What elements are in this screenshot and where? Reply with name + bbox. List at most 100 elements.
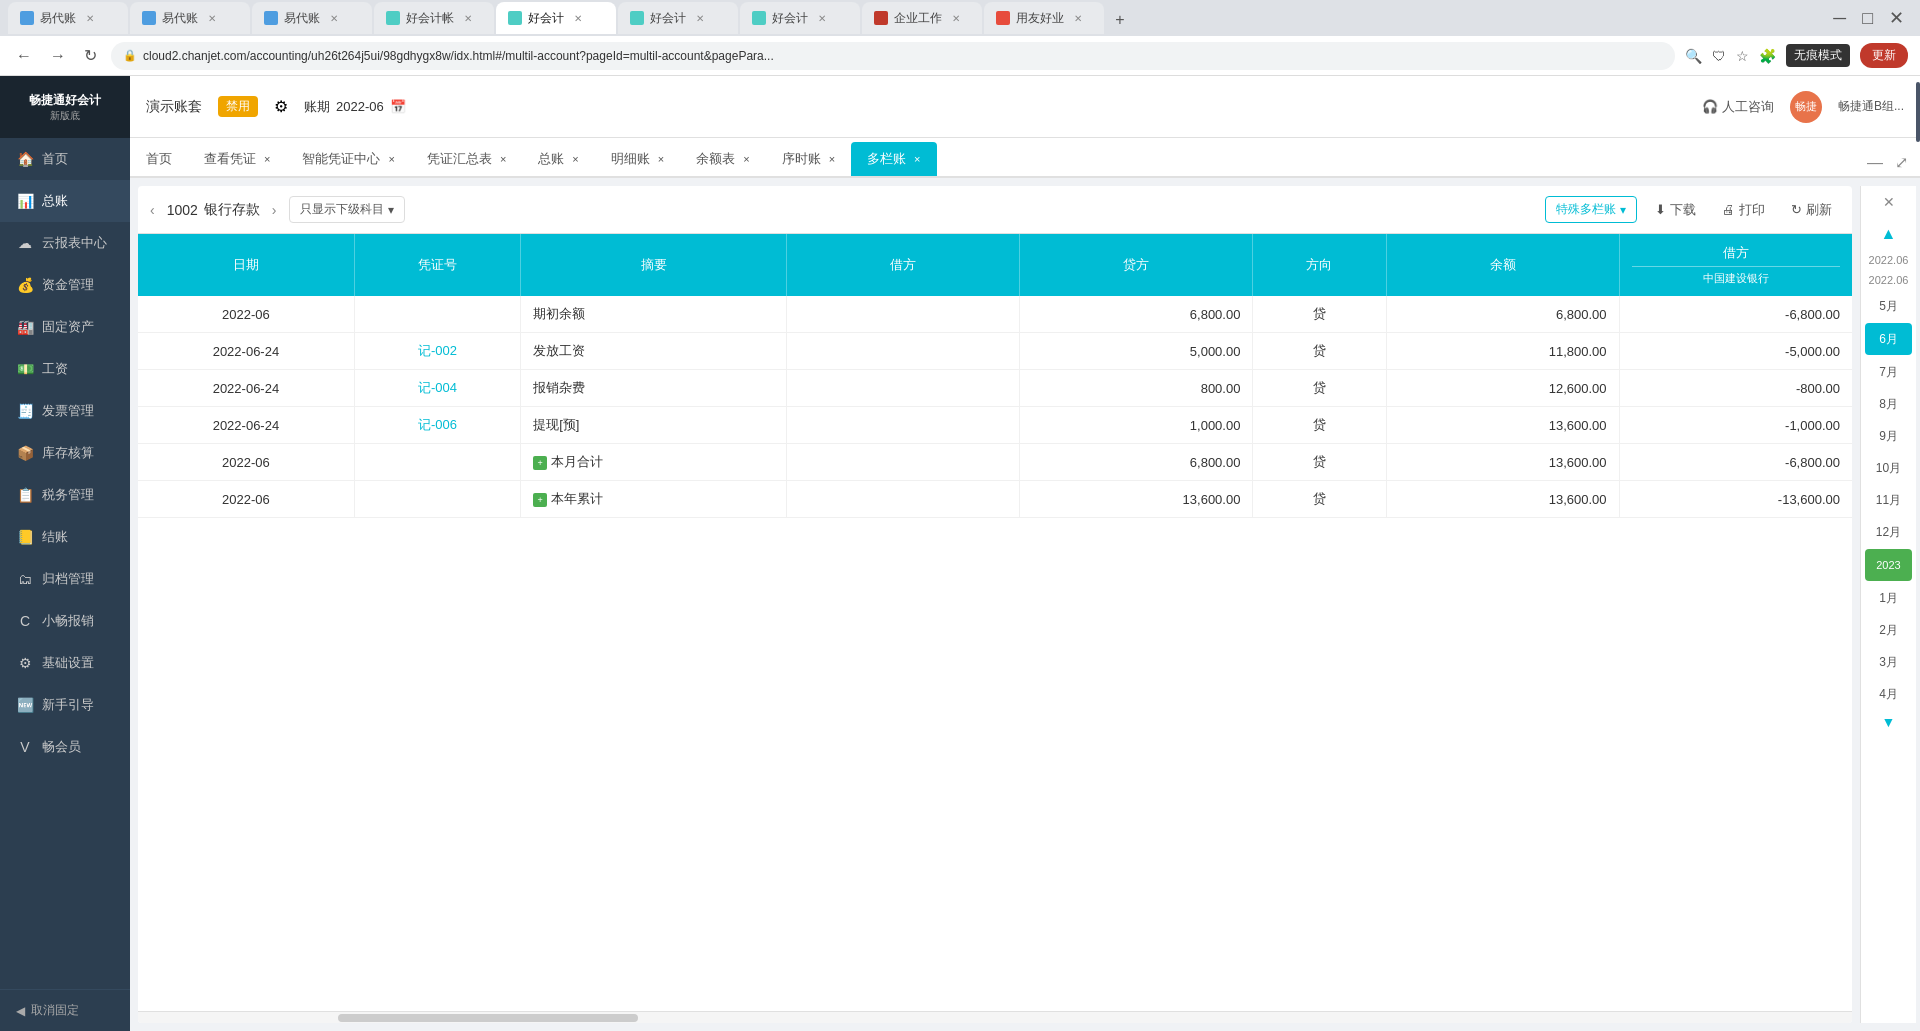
tab-voucher-summary-close[interactable]: × — [500, 153, 506, 165]
tab-sequence[interactable]: 序时账 × — [766, 142, 851, 178]
month-5[interactable]: 5月 — [1861, 290, 1916, 322]
back-button[interactable]: ← — [12, 43, 36, 69]
incognito-mode-button[interactable]: 无痕模式 — [1786, 44, 1850, 67]
minimize-panel-icon[interactable]: — — [1863, 150, 1887, 176]
browser-tab-2[interactable]: 易代账 ✕ — [130, 2, 250, 34]
search-icon[interactable]: 🔍 — [1685, 48, 1702, 64]
tab-2-close[interactable]: ✕ — [208, 13, 216, 24]
tab-5-close[interactable]: ✕ — [574, 13, 582, 24]
refresh-button[interactable]: ↻ — [80, 42, 101, 69]
month-10[interactable]: 10月 — [1861, 452, 1916, 484]
tab-sequence-close[interactable]: × — [829, 153, 835, 165]
sidebar-scrollbar[interactable] — [1916, 62, 1920, 1031]
sidebar-item-close[interactable]: 📒 结账 — [0, 516, 130, 558]
expand-panel-icon[interactable]: ⤢ — [1891, 149, 1912, 176]
update-button[interactable]: 更新 — [1860, 43, 1908, 68]
cell-voucher[interactable]: 记-006 — [354, 407, 520, 444]
user-avatar[interactable]: 畅捷 — [1790, 91, 1822, 123]
tab-7-close[interactable]: ✕ — [818, 13, 826, 24]
print-button[interactable]: 🖨 打印 — [1714, 197, 1773, 223]
cell-voucher[interactable]: 记-004 — [354, 370, 520, 407]
prev-subject-button[interactable]: ‹ — [150, 202, 155, 218]
sidebar-item-ledger[interactable]: 📊 总账 — [0, 180, 130, 222]
sidebar-item-salary[interactable]: 💵 工资 — [0, 348, 130, 390]
month-2[interactable]: 2月 — [1861, 614, 1916, 646]
expand-panel-button[interactable]: ▲ — [1861, 218, 1916, 250]
scroll-down-button[interactable]: ▼ — [1861, 710, 1916, 734]
tab-general-ledger-close[interactable]: × — [572, 153, 578, 165]
browser-tab-5[interactable]: 好会计 ✕ — [496, 2, 616, 34]
month-3[interactable]: 3月 — [1861, 646, 1916, 678]
browser-tab-8[interactable]: 企业工作 ✕ — [862, 2, 982, 34]
voucher-link[interactable]: 记-006 — [418, 417, 457, 432]
refresh-button[interactable]: ↻ 刷新 — [1783, 197, 1840, 223]
tab-smart-voucher[interactable]: 智能凭证中心 × — [286, 142, 410, 178]
sidebar-item-archive[interactable]: 🗂 归档管理 — [0, 558, 130, 600]
tab-voucher-summary[interactable]: 凭证汇总表 × — [411, 142, 522, 178]
month-8[interactable]: 8月 — [1861, 388, 1916, 420]
voucher-link[interactable]: 记-002 — [418, 343, 457, 358]
settings-gear-icon[interactable]: ⚙ — [274, 97, 288, 116]
month-12[interactable]: 12月 — [1861, 516, 1916, 548]
url-bar[interactable]: 🔒 cloud2.chanjet.com/accounting/uh26t264… — [111, 42, 1675, 70]
browser-tab-7[interactable]: 好会计 ✕ — [740, 2, 860, 34]
extensions-icon[interactable]: 🧩 — [1759, 48, 1776, 64]
month-6[interactable]: 6月 — [1865, 323, 1912, 355]
cell-voucher[interactable]: 记-002 — [354, 333, 520, 370]
browser-tab-9[interactable]: 用友好业 ✕ — [984, 2, 1104, 34]
browser-tab-1[interactable]: 易代账 ✕ — [8, 2, 128, 34]
sidebar-item-assets[interactable]: 🏭 固定资产 — [0, 306, 130, 348]
sidebar-item-guide[interactable]: 🆕 新手引导 — [0, 684, 130, 726]
horizontal-scrollbar[interactable] — [138, 1011, 1852, 1023]
tab-balance[interactable]: 余额表 × — [680, 142, 765, 178]
tab-4-close[interactable]: ✕ — [464, 13, 472, 24]
browser-tab-4[interactable]: 好会计帐 ✕ — [374, 2, 494, 34]
tab-detail-ledger[interactable]: 明细账 × — [595, 142, 680, 178]
tab-3-close[interactable]: ✕ — [330, 13, 338, 24]
sidebar-item-home[interactable]: 🏠 首页 — [0, 138, 130, 180]
tab-balance-close[interactable]: × — [743, 153, 749, 165]
scroll-thumb[interactable] — [338, 1014, 638, 1022]
tab-smart-voucher-close[interactable]: × — [388, 153, 394, 165]
browser-tab-6[interactable]: 好会计 ✕ — [618, 2, 738, 34]
tab-voucher[interactable]: 查看凭证 × — [188, 142, 286, 178]
tab-6-close[interactable]: ✕ — [696, 13, 704, 24]
tab-1-close[interactable]: ✕ — [86, 13, 94, 24]
sidebar-item-settings[interactable]: ⚙ 基础设置 — [0, 642, 130, 684]
month-1[interactable]: 1月 — [1861, 582, 1916, 614]
month-7[interactable]: 7月 — [1861, 356, 1916, 388]
browser-tab-3[interactable]: 易代账 ✕ — [252, 2, 372, 34]
month-9[interactable]: 9月 — [1861, 420, 1916, 452]
sidebar-item-invoice[interactable]: 🧾 发票管理 — [0, 390, 130, 432]
minimize-button[interactable]: ─ — [1833, 8, 1846, 29]
maximize-button[interactable]: □ — [1862, 8, 1873, 29]
tab-detail-ledger-close[interactable]: × — [658, 153, 664, 165]
month-4[interactable]: 4月 — [1861, 678, 1916, 710]
tab-8-close[interactable]: ✕ — [952, 13, 960, 24]
tab-multi-column[interactable]: 多栏账 × — [851, 142, 936, 178]
sidebar-item-funds[interactable]: 💰 资金管理 — [0, 264, 130, 306]
close-panel-button[interactable]: ✕ — [1861, 186, 1916, 218]
close-window-button[interactable]: ✕ — [1889, 7, 1904, 29]
new-tab-button[interactable]: + — [1106, 6, 1134, 34]
next-subject-button[interactable]: › — [272, 202, 277, 218]
tab-voucher-close[interactable]: × — [264, 153, 270, 165]
filter-dropdown[interactable]: 只显示下级科目 ▾ — [289, 196, 405, 223]
forward-button[interactable]: → — [46, 43, 70, 69]
pin-toggle[interactable]: ◀ 取消固定 — [0, 989, 130, 1031]
shield-icon[interactable]: 🛡 — [1712, 48, 1726, 64]
special-multicolumn-button[interactable]: 特殊多栏账 ▾ — [1545, 196, 1637, 223]
sidebar-item-tax[interactable]: 📋 税务管理 — [0, 474, 130, 516]
tab-general-ledger[interactable]: 总账 × — [522, 142, 594, 178]
sidebar-item-reports[interactable]: ☁ 云报表中心 — [0, 222, 130, 264]
sidebar-scroll-thumb[interactable] — [1916, 82, 1920, 142]
sidebar-item-expense[interactable]: C 小畅报销 — [0, 600, 130, 642]
star-icon[interactable]: ☆ — [1736, 48, 1749, 64]
month-11[interactable]: 11月 — [1861, 484, 1916, 516]
tab-9-close[interactable]: ✕ — [1074, 13, 1082, 24]
download-button[interactable]: ⬇ 下载 — [1647, 197, 1704, 223]
tab-multi-column-close[interactable]: × — [914, 153, 920, 165]
sidebar-item-inventory[interactable]: 📦 库存核算 — [0, 432, 130, 474]
sidebar-item-member[interactable]: V 畅会员 — [0, 726, 130, 768]
consult-button[interactable]: 🎧 人工咨询 — [1702, 98, 1774, 116]
